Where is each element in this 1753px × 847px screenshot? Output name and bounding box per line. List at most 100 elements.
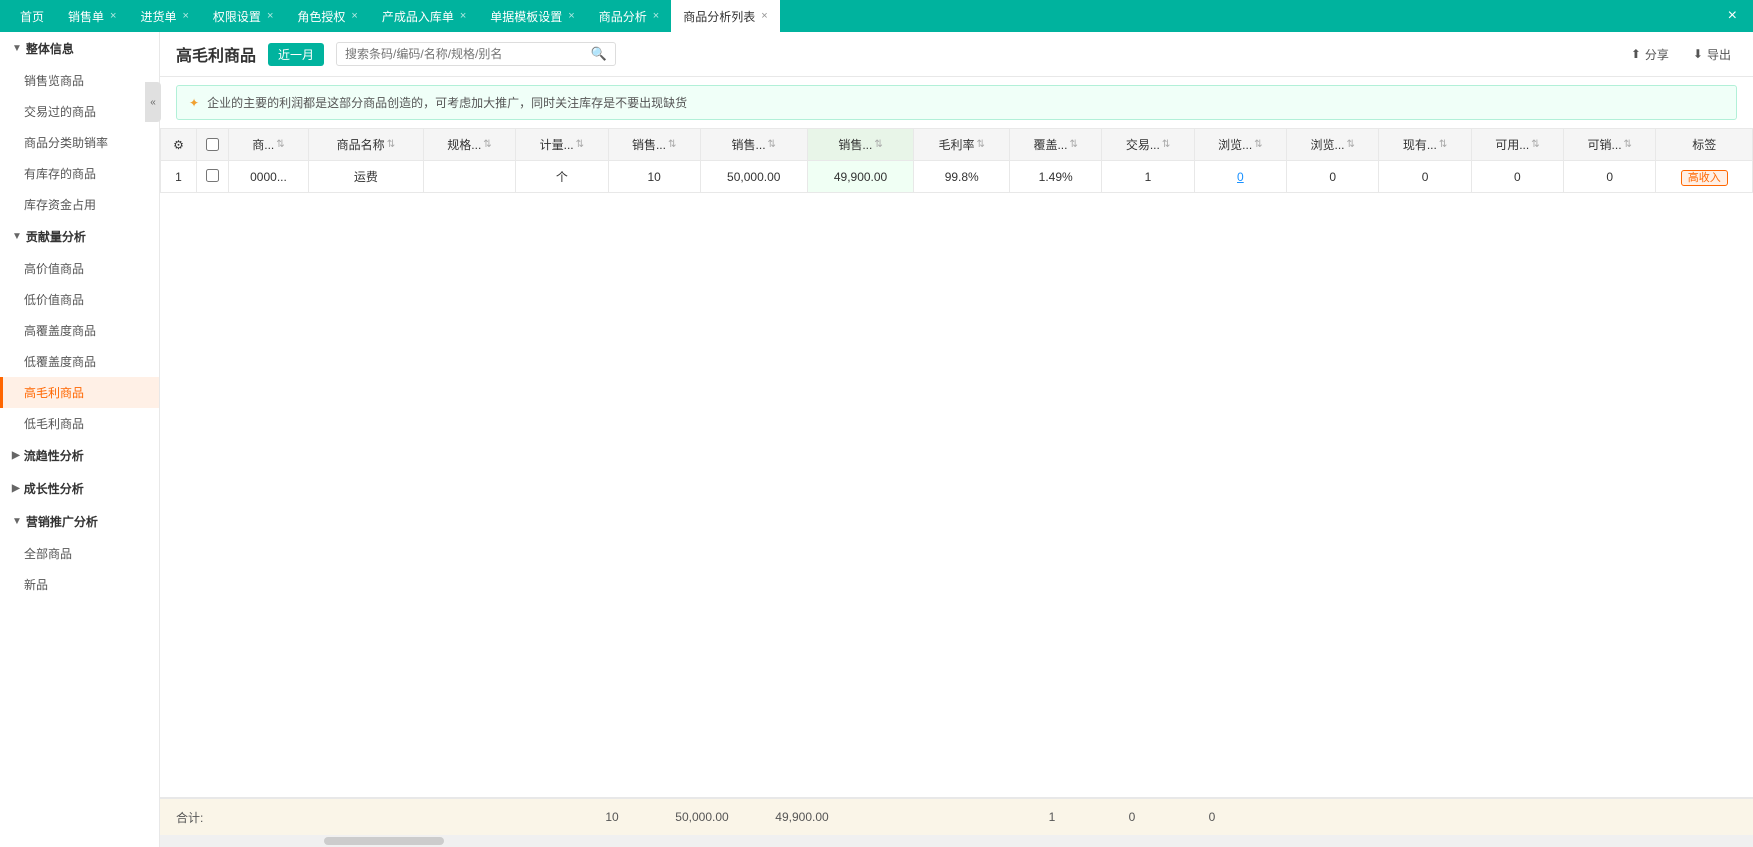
col-settings[interactable]: ⚙ bbox=[161, 129, 197, 161]
col-transactions[interactable]: 交易...⇅ bbox=[1102, 129, 1194, 161]
sort-icon: ⇅ bbox=[874, 139, 882, 150]
col-stock2[interactable]: 可用...⇅ bbox=[1471, 129, 1563, 161]
share-icon: ⬆ bbox=[1631, 47, 1641, 61]
cell-sales3: 49,900.00 bbox=[807, 161, 914, 193]
footer-browse1: 0 bbox=[1092, 810, 1172, 824]
sort-icon: ⇅ bbox=[276, 139, 284, 150]
table-row: 1 0000... 运费 个 10 50,000.00 49,900.00 99… bbox=[161, 161, 1753, 193]
sort-icon: ⇅ bbox=[1624, 139, 1632, 150]
col-stock1[interactable]: 现有...⇅ bbox=[1379, 129, 1471, 161]
sort-icon: ⇅ bbox=[576, 139, 584, 150]
content-area: 高毛利商品 近一月 🔍 ⬆ 分享 ⬇ 导出 ✦ 企业的主要的利润都是这部分商品创… bbox=[160, 32, 1753, 847]
nav-permission-settings[interactable]: 权限设置 × bbox=[201, 0, 285, 32]
col-gross-rate[interactable]: 毛利率⇅ bbox=[914, 129, 1010, 161]
sidebar-item-low-coverage[interactable]: 低覆盖度商品 bbox=[0, 346, 159, 377]
col-spec[interactable]: 规格...⇅ bbox=[423, 129, 515, 161]
sidebar-group-overall[interactable]: ▼ 整体信息 bbox=[0, 32, 159, 65]
info-banner: ✦ 企业的主要的利润都是这部分商品创造的，可考虑加大推广，同时关注库存是不要出现… bbox=[176, 85, 1737, 120]
share-button[interactable]: ⬆ 分享 bbox=[1625, 43, 1675, 66]
sort-icon: ⇅ bbox=[1069, 139, 1077, 150]
col-unit[interactable]: 计量...⇅ bbox=[516, 129, 608, 161]
total-label: 合计: bbox=[176, 809, 236, 826]
cell-browse1[interactable]: 0 bbox=[1194, 161, 1286, 193]
cell-stock3: 0 bbox=[1564, 161, 1656, 193]
select-all-checkbox[interactable] bbox=[206, 138, 219, 151]
sidebar-item-all-products[interactable]: 全部商品 bbox=[0, 538, 159, 569]
close-icon[interactable]: × bbox=[761, 10, 767, 22]
close-icon[interactable]: × bbox=[182, 10, 188, 22]
scrollbar-thumb[interactable] bbox=[324, 837, 444, 845]
cell-index: 1 bbox=[161, 161, 197, 193]
sidebar-item-low-margin[interactable]: 低毛利商品 bbox=[0, 408, 159, 439]
col-sales1[interactable]: 销售...⇅ bbox=[608, 129, 700, 161]
sidebar-group-growth[interactable]: ▶ 成长性分析 bbox=[0, 472, 159, 505]
close-icon[interactable]: × bbox=[568, 10, 574, 22]
sidebar-group-marketing[interactable]: ▼ 营销推广分析 bbox=[0, 505, 159, 538]
sidebar-item-low-value[interactable]: 低价值商品 bbox=[0, 284, 159, 315]
nav-product-analysis-list[interactable]: 商品分析列表 × bbox=[671, 0, 779, 32]
footer-sales1: 10 bbox=[572, 810, 652, 824]
close-icon[interactable]: × bbox=[653, 10, 659, 22]
col-code[interactable]: 商...⇅ bbox=[229, 129, 309, 161]
close-icon[interactable]: × bbox=[110, 10, 116, 22]
close-icon[interactable]: × bbox=[351, 10, 357, 22]
sidebar-group-contribution[interactable]: ▼ 贡献量分析 bbox=[0, 220, 159, 253]
nav-template-settings[interactable]: 单据模板设置 × bbox=[478, 0, 586, 32]
col-checkbox[interactable] bbox=[197, 129, 229, 161]
horizontal-scrollbar[interactable] bbox=[160, 835, 1753, 847]
cell-browse2: 0 bbox=[1287, 161, 1379, 193]
sidebar-group-trend[interactable]: ▶ 流趋性分析 bbox=[0, 439, 159, 472]
table-container[interactable]: ⚙ 商...⇅ 商品名称⇅ 规格...⇅ bbox=[160, 128, 1753, 797]
sidebar-item-high-value[interactable]: 高价值商品 bbox=[0, 253, 159, 284]
export-icon: ⬇ bbox=[1693, 47, 1703, 61]
period-button[interactable]: 近一月 bbox=[268, 43, 324, 66]
sidebar-item-category-sales[interactable]: 商品分类助销率 bbox=[0, 127, 159, 158]
nav-purchase-order[interactable]: 进货单 × bbox=[128, 0, 200, 32]
nav-product-analysis[interactable]: 商品分析 × bbox=[587, 0, 671, 32]
close-icon[interactable]: × bbox=[267, 10, 273, 22]
sidebar-item-high-margin[interactable]: 高毛利商品 bbox=[0, 377, 159, 408]
arrow-right-icon: ▶ bbox=[12, 450, 20, 461]
cell-coverage: 1.49% bbox=[1010, 161, 1102, 193]
cell-unit: 个 bbox=[516, 161, 608, 193]
col-coverage[interactable]: 覆盖...⇅ bbox=[1010, 129, 1102, 161]
footer-gross bbox=[852, 810, 932, 824]
col-sales3[interactable]: 销售...⇅ bbox=[807, 129, 914, 161]
search-icon[interactable]: 🔍 bbox=[591, 46, 607, 62]
sidebar-collapse-button[interactable]: « bbox=[145, 82, 161, 122]
col-name[interactable]: 商品名称⇅ bbox=[308, 129, 423, 161]
search-input[interactable] bbox=[345, 47, 591, 61]
nav-role-auth[interactable]: 角色授权 × bbox=[285, 0, 369, 32]
cell-checkbox[interactable] bbox=[197, 161, 229, 193]
sidebar-item-capital[interactable]: 库存资金占用 bbox=[0, 189, 159, 220]
cell-sales2: 50,000.00 bbox=[700, 161, 807, 193]
col-tag[interactable]: 标签 bbox=[1656, 129, 1753, 161]
sidebar-item-new-products[interactable]: 新品 bbox=[0, 569, 159, 600]
col-browse1[interactable]: 浏览...⇅ bbox=[1194, 129, 1286, 161]
col-stock3[interactable]: 可销...⇅ bbox=[1564, 129, 1656, 161]
arrow-down-icon: ▼ bbox=[12, 516, 22, 527]
sort-icon: ⇅ bbox=[668, 139, 676, 150]
footer-coverage bbox=[932, 810, 1012, 824]
row-checkbox[interactable] bbox=[206, 169, 219, 182]
col-sales2[interactable]: 销售...⇅ bbox=[700, 129, 807, 161]
content-header: 高毛利商品 近一月 🔍 ⬆ 分享 ⬇ 导出 bbox=[160, 32, 1753, 77]
sort-icon: ⇅ bbox=[1254, 139, 1262, 150]
cell-gross-rate: 99.8% bbox=[914, 161, 1010, 193]
cell-transactions: 1 bbox=[1102, 161, 1194, 193]
export-button[interactable]: ⬇ 导出 bbox=[1687, 43, 1737, 66]
sidebar-item-high-coverage[interactable]: 高覆盖度商品 bbox=[0, 315, 159, 346]
sidebar-item-traded[interactable]: 交易过的商品 bbox=[0, 96, 159, 127]
footer-totals-bar: 合计: 10 50,000.00 49,900.00 1 0 0 bbox=[160, 797, 1753, 835]
sidebar-item-sales-top[interactable]: 销售览商品 bbox=[0, 65, 159, 96]
window-close-button[interactable]: × bbox=[1720, 7, 1745, 25]
nav-sales-order[interactable]: 销售单 × bbox=[56, 0, 128, 32]
close-icon[interactable]: × bbox=[460, 10, 466, 22]
sidebar-item-in-stock[interactable]: 有库存的商品 bbox=[0, 158, 159, 189]
footer-sales2: 50,000.00 bbox=[652, 810, 752, 824]
sort-icon: ⇅ bbox=[1531, 139, 1539, 150]
nav-home[interactable]: 首页 bbox=[8, 0, 56, 32]
col-browse2[interactable]: 浏览...⇅ bbox=[1287, 129, 1379, 161]
cell-tag: 高收入 bbox=[1656, 161, 1753, 193]
nav-product-inbound[interactable]: 产成品入库单 × bbox=[370, 0, 478, 32]
